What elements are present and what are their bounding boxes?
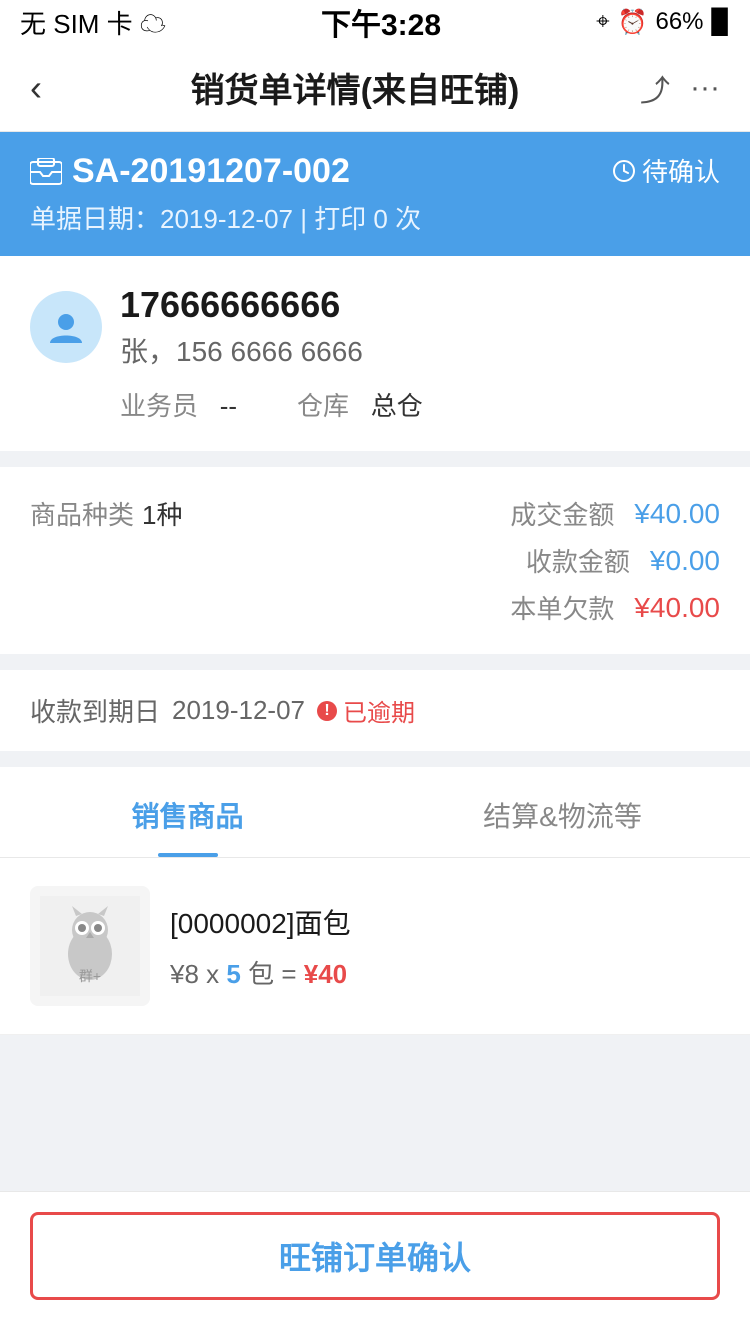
sales-rep-field: 业务员 --: [120, 386, 237, 423]
back-button[interactable]: ‹: [30, 67, 90, 109]
sales-rep-value: --: [220, 391, 237, 421]
transaction-value: ¥40.00: [634, 498, 720, 530]
product-thumbnail: 群+: [30, 886, 150, 1006]
due-date-label: 收款到期日: [30, 692, 160, 729]
transaction-label: 成交金额: [510, 495, 614, 532]
due-date-section: 收款到期日 2019-12-07 ! 已逾期: [0, 670, 750, 751]
alarm-icon: ⏰: [618, 8, 648, 37]
sales-rep-label: 业务员: [120, 391, 198, 421]
product-info: [0000002]面包 ¥8 x 5 包 = ¥40: [170, 886, 720, 1006]
customer-phone: 17666666666: [120, 284, 363, 326]
product-item: 群+ [0000002]面包 ¥8 x 5 包 = ¥40: [0, 858, 750, 1035]
no-sim-text: 无 SIM 卡 ☁: [20, 4, 166, 41]
order-icon: [30, 158, 62, 186]
quantity: 5: [226, 959, 240, 989]
owed-amount-row: 本单欠款 ¥40.00: [510, 589, 720, 626]
more-button[interactable]: ···: [690, 71, 720, 105]
nav-bar: ‹ 销货单详情(来自旺铺) ⤴ ···: [0, 44, 750, 132]
order-banner: SA-20191207-002 单据日期：2019-12-07 | 打印 0 次…: [0, 132, 750, 256]
warehouse-field: 仓库 总仓: [297, 386, 423, 423]
page-title: 销货单详情(来自旺铺): [90, 63, 620, 112]
product-pricing: ¥8 x 5 包 = ¥40: [170, 954, 720, 991]
multiply-sign: x: [206, 959, 226, 989]
customer-top: 17666666666 张，156 6666 6666: [30, 284, 720, 370]
product-name: [0000002]面包: [170, 902, 720, 942]
tabs-bar: 销售商品 结算&物流等: [0, 767, 750, 858]
tab-sales-products[interactable]: 销售商品: [0, 767, 375, 857]
product-types-label: 商品种类: [30, 495, 134, 532]
unit: 包: [248, 959, 274, 989]
product-image: 群+: [40, 896, 140, 996]
summary-right: 成交金额 ¥40.00 收款金额 ¥0.00 本单欠款 ¥40.00: [510, 495, 720, 626]
order-date: 单据日期：2019-12-07 | 打印 0 次: [30, 199, 421, 236]
status-right: ⌖ ⏰ 66% ▉: [596, 8, 730, 37]
product-types-value: 1种: [142, 495, 182, 532]
overdue-badge: ! 已逾期: [317, 693, 415, 728]
equals-sign: =: [281, 959, 303, 989]
svg-text:群+: 群+: [79, 968, 101, 984]
order-id: SA-20191207-002: [30, 152, 421, 191]
status-text: 待确认: [642, 152, 720, 189]
summary-left: 商品种类 1种: [30, 495, 182, 532]
confirm-order-button[interactable]: 旺铺订单确认: [30, 1212, 720, 1300]
share-button[interactable]: ⤴: [640, 66, 670, 110]
owed-value: ¥40.00: [634, 592, 720, 624]
status-left: 无 SIM 卡 ☁: [20, 4, 166, 41]
customer-section: 17666666666 张，156 6666 6666 业务员 -- 仓库 总仓: [0, 256, 750, 451]
status-time: 下午3:28: [321, 0, 441, 44]
avatar: [30, 291, 102, 363]
collection-label: 收款金额: [526, 542, 630, 579]
nav-actions: ⤴ ···: [620, 66, 720, 110]
overdue-text: 已逾期: [343, 693, 415, 728]
tabs-section: 销售商品 结算&物流等: [0, 767, 750, 858]
due-date-value: 2019-12-07: [172, 695, 305, 726]
order-status: 待确认: [612, 152, 720, 189]
battery-icon: ▉: [712, 8, 730, 37]
customer-contact: 张，156 6666 6666: [120, 330, 363, 370]
overdue-icon: !: [317, 701, 337, 721]
unit-price: ¥8: [170, 959, 199, 989]
product-types-field: 商品种类 1种: [30, 495, 182, 532]
bottom-bar: 旺铺订单确认: [0, 1191, 750, 1334]
total-price: ¥40: [304, 959, 347, 989]
tab-settlement[interactable]: 结算&物流等: [375, 767, 750, 857]
summary-section: 商品种类 1种 成交金额 ¥40.00 收款金额 ¥0.00 本单欠款 ¥40.…: [0, 467, 750, 654]
collection-value: ¥0.00: [650, 545, 720, 577]
battery-text: 66%: [655, 8, 703, 36]
customer-meta: 业务员 -- 仓库 总仓: [30, 386, 720, 423]
clock-icon: [612, 159, 636, 183]
product-list: 群+ [0000002]面包 ¥8 x 5 包 = ¥40: [0, 858, 750, 1035]
warehouse-label: 仓库: [297, 391, 349, 421]
location-icon: ⌖: [596, 8, 610, 36]
owed-label: 本单欠款: [510, 589, 614, 626]
warehouse-value: 总仓: [371, 391, 423, 421]
status-bar: 无 SIM 卡 ☁ 下午3:28 ⌖ ⏰ 66% ▉: [0, 0, 750, 44]
transaction-amount-row: 成交金额 ¥40.00: [510, 495, 720, 532]
collection-amount-row: 收款金额 ¥0.00: [526, 542, 720, 579]
